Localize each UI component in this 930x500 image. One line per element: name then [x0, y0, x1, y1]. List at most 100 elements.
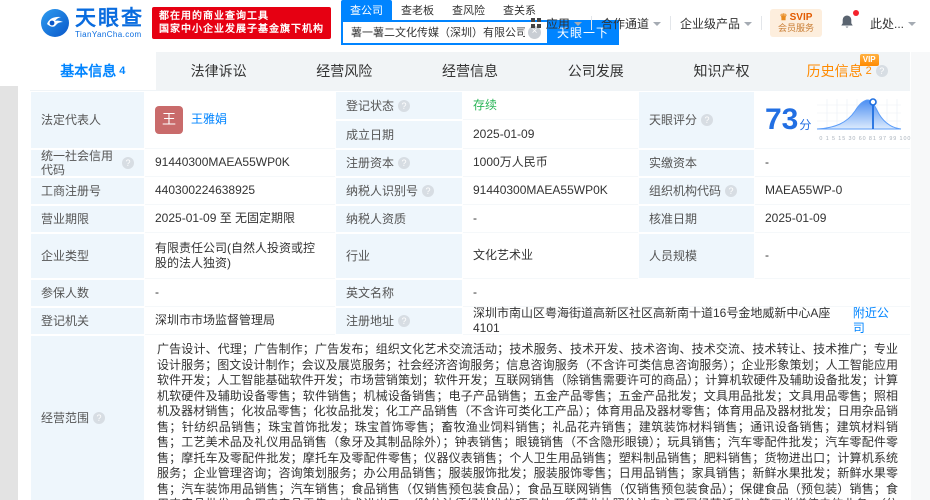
insured-count-value: -	[145, 279, 335, 307]
tab-intellectual-property[interactable]: 知识产权	[659, 52, 785, 90]
taxpayer-id-label: 纳税人识别号	[335, 177, 463, 205]
tab-basic-info[interactable]: 基本信息 4	[30, 52, 156, 90]
help-icon[interactable]	[398, 315, 411, 327]
notifications-button[interactable]	[830, 9, 864, 33]
staff-size-value: -	[755, 233, 910, 279]
banner-line2: 国家中小企业发展子基金旗下机构	[159, 24, 324, 35]
menu-enterprise[interactable]: 企业级产品	[671, 15, 761, 32]
score-distribution-chart: 0 1 5 15 30 60 81 97 99 100	[815, 97, 912, 142]
legal-rep-cell: 王 王雅娟	[145, 91, 335, 149]
reg-address-value: 深圳市南山区粤海街道高新区社区高新南十道16号金地威新中心A座4101 附近公司	[463, 306, 910, 336]
english-name-label: 英文名称	[335, 279, 463, 307]
search-input[interactable]	[341, 19, 547, 45]
reg-capital-label: 注册资本	[335, 149, 463, 177]
chevron-down-icon	[652, 22, 661, 26]
chevron-down-icon	[908, 22, 916, 26]
tab-company-development[interactable]: 公司发展	[533, 52, 659, 90]
divider	[760, 16, 762, 30]
tab-operating-info[interactable]: 经营信息	[407, 52, 533, 90]
vip-badge: VIP	[859, 54, 879, 66]
tab-legal[interactable]: 法律诉讼	[156, 52, 282, 90]
business-scope-label: 经营范围	[30, 335, 145, 500]
promo-banner: 都在用的商业查询工具 国家中小企业发展子基金旗下机构	[152, 7, 331, 39]
company-info-table: 法定代表人 王 王雅娟 登记状态 存续 成立日期 2025-01-09 天眼评分…	[30, 90, 912, 500]
banner-line1: 都在用的商业查询工具	[159, 11, 269, 22]
bell-icon	[841, 15, 853, 28]
score-label: 天眼评分	[638, 91, 755, 149]
search-tab-company[interactable]: 查公司	[341, 0, 392, 20]
header-menu: 应用 合作通道 企业级产品 ♛ SVIP 会员服务 此处...	[522, 0, 922, 46]
chevron-down-icon	[743, 22, 752, 26]
insured-count-label: 参保人数	[30, 279, 145, 307]
approval-date-label: 核准日期	[638, 205, 755, 233]
help-icon[interactable]	[701, 114, 714, 126]
company-type-label: 企业类型	[30, 233, 145, 279]
paid-capital-value: -	[755, 149, 910, 177]
tab-history-info[interactable]: VIP 历史信息 2	[784, 52, 910, 90]
history-count: 2	[865, 65, 872, 77]
page-right-gutter	[911, 52, 930, 500]
score-value: 73	[765, 102, 799, 136]
user-menu[interactable]: 此处...	[864, 15, 922, 32]
reg-number-label: 工商注册号	[30, 177, 145, 205]
approval-date-value: 2025-01-09	[755, 205, 910, 233]
staff-size-label: 人员规模	[638, 233, 755, 279]
business-term-label: 营业期限	[30, 205, 145, 233]
search-tab-boss[interactable]: 查老板	[392, 0, 443, 20]
legal-rep-link[interactable]: 王雅娟	[191, 112, 227, 127]
help-icon[interactable]	[422, 185, 435, 197]
help-icon[interactable]	[398, 99, 411, 112]
chevron-down-icon	[573, 22, 582, 26]
search-tab-risk[interactable]: 查风险	[443, 0, 494, 20]
credit-code-label: 统一社会信用代码	[30, 149, 145, 177]
basic-info-count: 4	[119, 65, 126, 77]
english-name-value: -	[463, 279, 910, 307]
help-icon[interactable]	[93, 412, 106, 424]
reg-capital-value: 1000万人民币	[463, 149, 638, 177]
establish-date-label: 成立日期	[335, 120, 463, 149]
app-grid-icon	[530, 18, 535, 22]
score-cell[interactable]: 73 分 0 1 5 15 30 60 81 97 99 100	[755, 91, 912, 149]
crown-icon: ♛	[779, 12, 788, 22]
paid-capital-label: 实缴资本	[638, 149, 755, 177]
avatar[interactable]: 王	[155, 105, 183, 134]
establish-date-value: 2025-01-09	[463, 120, 638, 149]
business-term-value: 2025-01-09 至 无固定期限	[145, 205, 335, 233]
credit-code-value: 91440300MAEA55WP0K	[145, 149, 335, 177]
score-unit: 分	[799, 118, 812, 132]
help-icon[interactable]	[875, 65, 888, 77]
notification-dot	[852, 9, 859, 16]
taxpayer-quality-label: 纳税人资质	[335, 205, 463, 233]
tianyancha-company-page: 天眼查 TianYanCha.com 都在用的商业查询工具 国家中小企业发展子基…	[0, 0, 930, 500]
menu-apps[interactable]: 应用	[522, 15, 591, 32]
org-code-label: 组织机构代码	[638, 177, 755, 205]
nearby-companies-link[interactable]: 附近公司	[853, 306, 900, 336]
menu-partner[interactable]: 合作通道	[592, 15, 670, 32]
brand-name: 天眼查	[75, 6, 144, 30]
reg-authority-value: 深圳市市场监督管理局	[145, 307, 335, 335]
industry-value: 文化艺术业	[463, 233, 638, 279]
section-tabbar: 基本信息 4 法律诉讼 经营风险 经营信息 公司发展 知识产权 VIP 历史信息…	[30, 52, 910, 90]
legal-rep-label: 法定代表人	[30, 91, 145, 149]
help-icon[interactable]	[398, 157, 411, 169]
reg-authority-label: 登记机关	[30, 307, 145, 335]
help-icon[interactable]	[122, 157, 134, 169]
company-type-value: 有限责任公司(自然人投资或控股的法人独资)	[145, 233, 335, 279]
tianyancha-logo-icon	[41, 9, 69, 37]
header: 天眼查 TianYanCha.com 都在用的商业查询工具 国家中小企业发展子基…	[0, 0, 930, 46]
org-code-value: MAEA55WP-0	[755, 177, 910, 205]
reg-status-value: 存续	[463, 91, 638, 120]
industry-label: 行业	[335, 233, 463, 279]
page-left-gutter	[0, 86, 18, 500]
reg-status-label: 登记状态	[335, 91, 463, 120]
logo[interactable]: 天眼查 TianYanCha.com	[40, 8, 144, 39]
svip-membership-button[interactable]: ♛ SVIP 会员服务	[769, 9, 822, 37]
taxpayer-quality-value: -	[463, 205, 638, 233]
help-icon[interactable]	[725, 185, 738, 197]
tab-operating-risk[interactable]: 经营风险	[281, 52, 407, 90]
reg-number-value: 440300224638925	[145, 177, 335, 205]
taxpayer-id-value: 91440300MAEA55WP0K	[463, 177, 638, 205]
brand-domain: TianYanCha.com	[75, 29, 142, 39]
score-axis-ticks: 0 1 5 15 30 60 81 97 99 100	[819, 136, 912, 142]
reg-address-label: 注册地址	[335, 307, 463, 335]
